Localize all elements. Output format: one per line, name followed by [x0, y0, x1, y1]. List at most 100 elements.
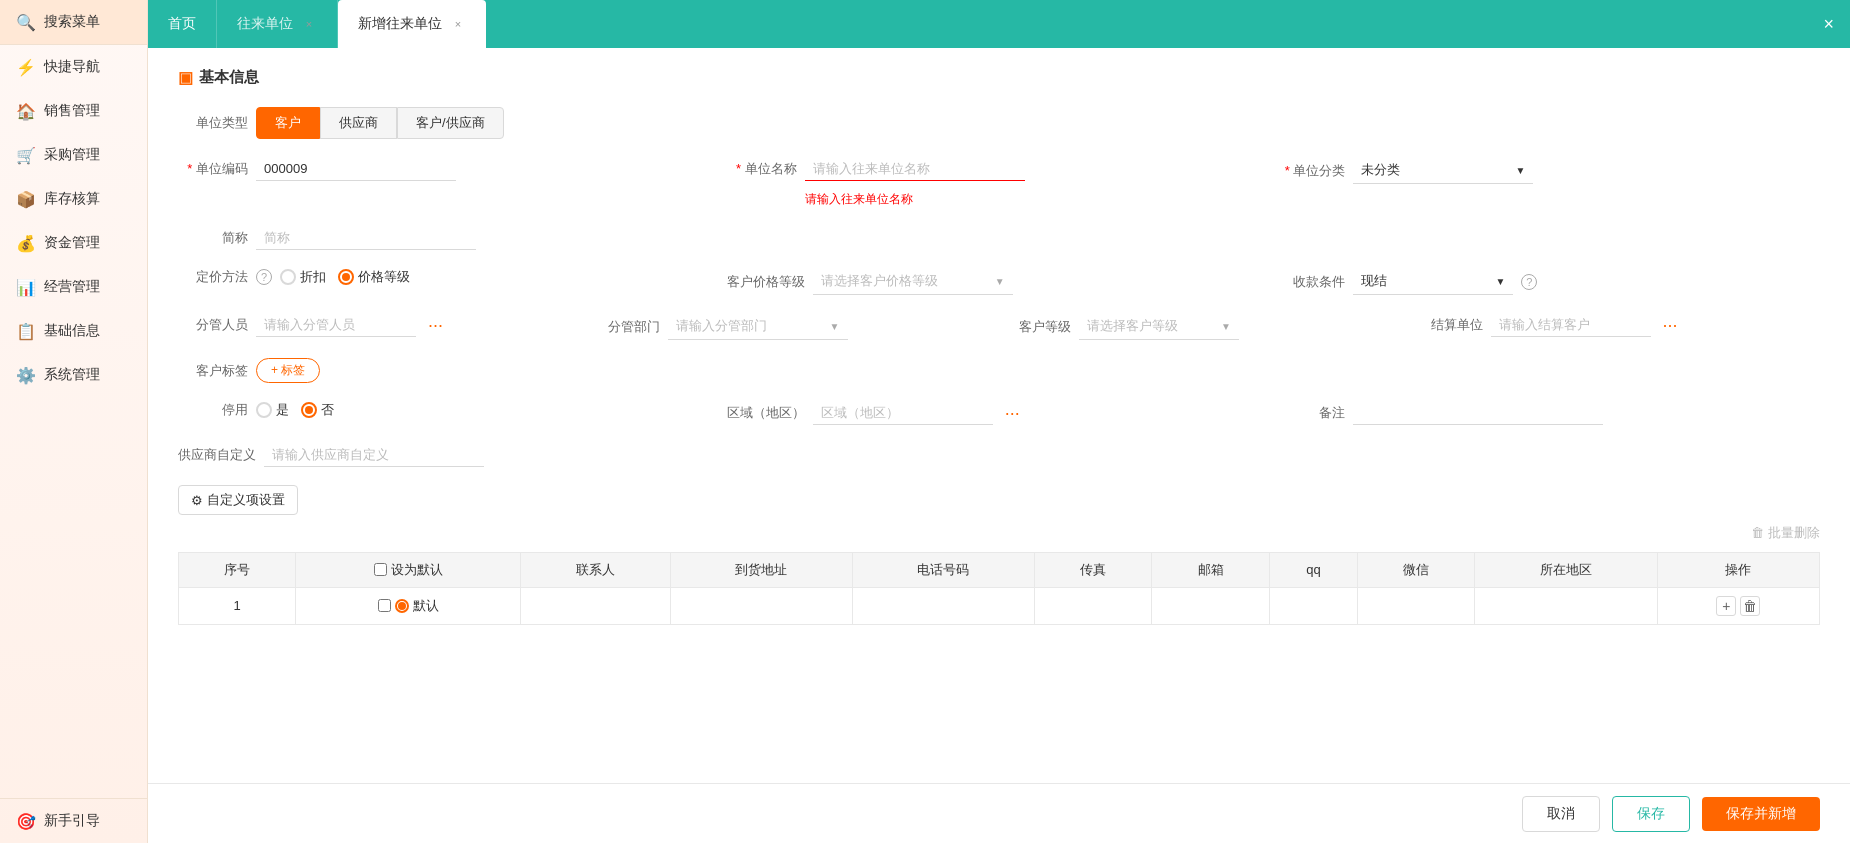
- tab-counterparty-close[interactable]: ×: [301, 16, 317, 32]
- tab-home[interactable]: 首页: [148, 0, 217, 48]
- row-default-radio[interactable]: 默认: [395, 597, 439, 615]
- department-select[interactable]: 请输入分管部门 ▼: [668, 313, 848, 340]
- row-wechat: [1358, 587, 1475, 624]
- row-checkbox[interactable]: [378, 599, 391, 612]
- row-email: [1152, 587, 1269, 624]
- custom-settings-btn[interactable]: ⚙ 自定义项设置: [178, 485, 298, 515]
- unit-type-btn-customer[interactable]: 客户: [256, 107, 320, 139]
- unit-category-value: 未分类: [1361, 161, 1400, 179]
- sidebar-item-finance[interactable]: 💰 资金管理: [0, 221, 147, 265]
- customer-price-level-value: 请选择客户价格等级: [821, 272, 938, 290]
- section-title-text: 基本信息: [199, 68, 259, 87]
- tab-new-counterparty-close[interactable]: ×: [450, 16, 466, 32]
- customer-price-level-label: 客户价格等级: [727, 273, 805, 291]
- sidebar-label-finance: 资金管理: [44, 234, 100, 252]
- cancel-button[interactable]: 取消: [1522, 796, 1600, 832]
- pricing-method-label: 定价方法: [178, 268, 248, 286]
- remark-input[interactable]: [1353, 401, 1603, 425]
- close-all-tabs[interactable]: ×: [1823, 14, 1834, 35]
- payment-terms-help-icon[interactable]: ?: [1521, 274, 1537, 290]
- col-fax: 传真: [1035, 552, 1152, 587]
- manager-input[interactable]: [256, 313, 416, 337]
- disabled-item: 停用 是 否: [178, 401, 723, 419]
- unit-category-caret: ▼: [1515, 165, 1525, 176]
- department-label: 分管部门: [590, 318, 660, 336]
- section-title: ▣ 基本信息: [178, 68, 1820, 87]
- unit-code-input[interactable]: [256, 157, 456, 181]
- sidebar-item-guide[interactable]: 🎯 新手引导: [0, 799, 147, 843]
- disabled-yes-radio[interactable]: 是: [256, 401, 289, 419]
- col-email: 邮箱: [1152, 552, 1269, 587]
- customer-price-level-select[interactable]: 请选择客户价格等级 ▼: [813, 268, 1013, 295]
- tab-bar: 首页 往来单位 × 新增往来单位 × ×: [148, 0, 1850, 48]
- unit-name-input[interactable]: [805, 157, 1025, 181]
- row-action-btns: + 🗑: [1668, 596, 1809, 616]
- save-add-button[interactable]: 保存并新增: [1702, 797, 1820, 831]
- unit-category-select[interactable]: 未分类 ▼: [1353, 157, 1533, 184]
- pricing-help-icon[interactable]: ?: [256, 269, 272, 285]
- department-value: 请输入分管部门: [676, 317, 767, 335]
- pricing-discount-label: 折扣: [300, 268, 326, 286]
- pricing-method-item: 定价方法 ? 折扣 价格等级: [178, 268, 723, 286]
- unit-type-label: 单位类型: [178, 114, 248, 132]
- unit-name-label: * 单位名称: [727, 160, 797, 178]
- unit-type-btn-both[interactable]: 客户/供应商: [397, 107, 504, 139]
- section-title-icon: ▣: [178, 68, 193, 87]
- customer-level-item: 客户等级 请选择客户等级 ▼: [1001, 313, 1409, 340]
- col-region: 所在地区: [1475, 552, 1657, 587]
- sidebar-item-search[interactable]: 🔍 搜索菜单: [0, 0, 147, 45]
- col-qq: qq: [1269, 552, 1358, 587]
- remark-label: 备注: [1275, 404, 1345, 422]
- customer-level-label: 客户等级: [1001, 318, 1071, 336]
- finance-icon: 💰: [16, 233, 36, 253]
- sidebar-item-sales[interactable]: 🏠 销售管理: [0, 89, 147, 133]
- sidebar-label-system: 系统管理: [44, 366, 100, 384]
- tab-new-counterparty[interactable]: 新增往来单位 ×: [338, 0, 486, 48]
- sidebar-item-quick-nav[interactable]: ⚡ 快捷导航: [0, 45, 147, 89]
- sidebar-item-inventory[interactable]: 📦 库存核算: [0, 177, 147, 221]
- manager-dots-btn[interactable]: ···: [424, 315, 447, 336]
- unit-code-item: * 单位编码: [178, 157, 723, 181]
- pricing-discount-radio[interactable]: 折扣: [280, 268, 326, 286]
- disabled-row: 停用 是 否 区域（地区） ···: [178, 401, 1820, 425]
- payment-terms-label: 收款条件: [1275, 273, 1345, 291]
- payment-terms-value: 现结: [1361, 272, 1387, 290]
- sidebar-item-basic-info[interactable]: 📋 基础信息: [0, 309, 147, 353]
- row-delete-btn[interactable]: 🗑: [1740, 596, 1760, 616]
- supplier-custom-input[interactable]: [264, 443, 484, 467]
- tab-counterparty[interactable]: 往来单位 ×: [217, 0, 338, 48]
- pricing-level-radio[interactable]: 价格等级: [338, 268, 410, 286]
- sidebar-item-purchase[interactable]: 🛒 采购管理: [0, 133, 147, 177]
- payment-terms-select[interactable]: 现结 ▼: [1353, 268, 1513, 295]
- settlement-unit-input[interactable]: [1491, 313, 1651, 337]
- basic-info-icon: 📋: [16, 321, 36, 341]
- row-default-circle: [395, 599, 409, 613]
- settlement-unit-dots-btn[interactable]: ···: [1659, 315, 1682, 336]
- region-input[interactable]: [813, 401, 993, 425]
- short-name-input[interactable]: [256, 226, 476, 250]
- pricing-row: 定价方法 ? 折扣 价格等级 客户价格等级: [178, 268, 1820, 295]
- batch-delete-icon: 🗑: [1751, 525, 1764, 540]
- save-button[interactable]: 保存: [1612, 796, 1690, 832]
- unit-type-btn-supplier[interactable]: 供应商: [320, 107, 397, 139]
- unit-name-error: 请输入往来单位名称: [805, 191, 913, 208]
- select-all-checkbox[interactable]: [374, 563, 387, 576]
- sidebar-item-system[interactable]: ⚙️ 系统管理: [0, 353, 147, 397]
- add-tag-btn[interactable]: + 标签: [256, 358, 320, 383]
- tags-row: 客户标签 + 标签: [178, 358, 1820, 383]
- settlement-unit-label: 结算单位: [1413, 316, 1483, 334]
- custom-settings-row: ⚙ 自定义项设置: [178, 485, 1820, 515]
- row-add-btn[interactable]: +: [1716, 596, 1736, 616]
- disabled-no-radio[interactable]: 否: [301, 401, 334, 419]
- pricing-level-label: 价格等级: [358, 268, 410, 286]
- row-default-label: 默认: [413, 597, 439, 615]
- quick-nav-icon: ⚡: [16, 57, 36, 77]
- region-dots-btn[interactable]: ···: [1001, 403, 1024, 424]
- batch-delete-btn[interactable]: 🗑 批量删除: [1751, 524, 1820, 542]
- sales-icon: 🏠: [16, 101, 36, 121]
- sidebar-label-sales: 销售管理: [44, 102, 100, 120]
- table-row: 1 默认: [179, 587, 1820, 624]
- customer-level-select[interactable]: 请选择客户等级 ▼: [1079, 313, 1239, 340]
- disabled-label: 停用: [178, 401, 248, 419]
- sidebar-item-operations[interactable]: 📊 经营管理: [0, 265, 147, 309]
